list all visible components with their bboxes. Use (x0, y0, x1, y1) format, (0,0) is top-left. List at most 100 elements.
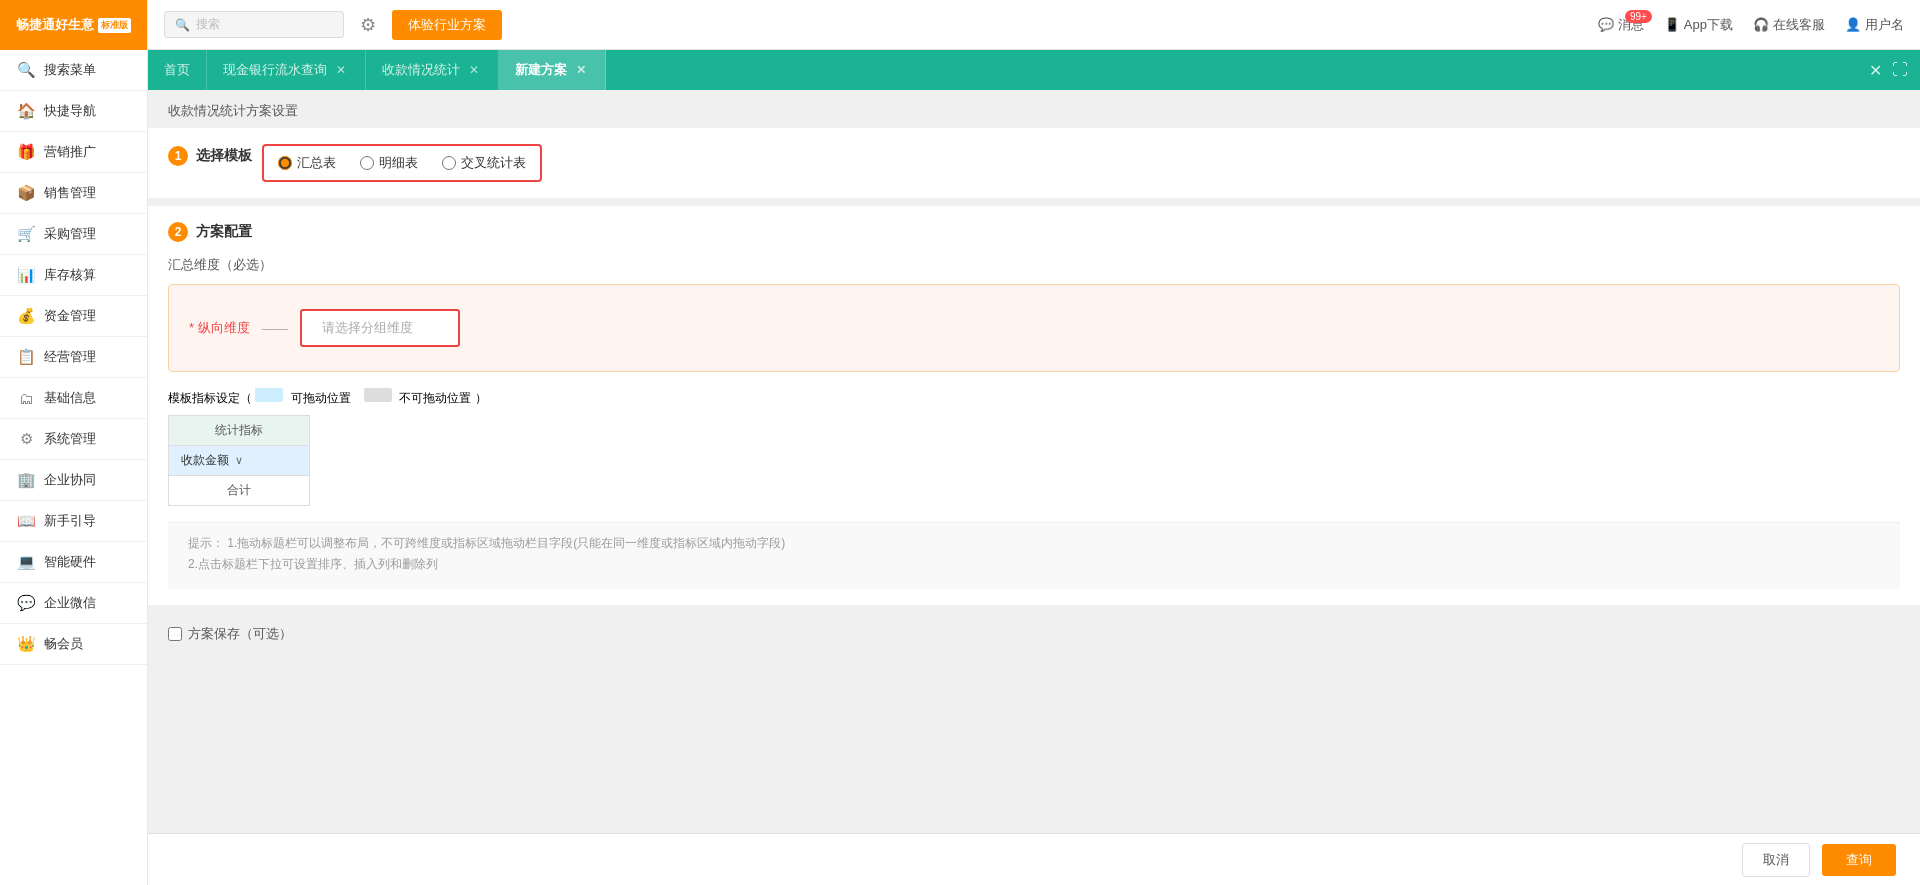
sidebar-item-corp[interactable]: 🏢 企业协同 (0, 460, 147, 501)
service-item[interactable]: 🎧 在线客服 (1753, 16, 1825, 34)
sidebar-item-label: 资金管理 (44, 307, 96, 325)
sidebar-item-label: 畅会员 (44, 635, 83, 653)
message-icon: 💬 (1598, 17, 1614, 32)
sidebar-item-purchase[interactable]: 🛒 采购管理 (0, 214, 147, 255)
tab-bank-flow-label: 现金银行流水查询 (223, 61, 327, 79)
dimension-arrow: —— (262, 321, 288, 336)
avatar-icon: 👤 (1845, 17, 1861, 32)
expand-icon[interactable]: ⛶ (1892, 61, 1908, 79)
dimension-select[interactable]: 请选择分组维度 (300, 309, 460, 347)
radio-detail[interactable]: 明细表 (360, 154, 418, 172)
inventory-icon: 📊 (16, 265, 36, 285)
stats-label: 统计指标 (169, 416, 309, 446)
step1-circle: 1 (168, 146, 188, 166)
sidebar-item-member[interactable]: 👑 畅会员 (0, 624, 147, 665)
sidebar-item-finance[interactable]: 💰 资金管理 (0, 296, 147, 337)
operations-icon: 📋 (16, 347, 36, 367)
sidebar-item-label: 企业协同 (44, 471, 96, 489)
sidebar-item-operations[interactable]: 📋 经营管理 (0, 337, 147, 378)
sidebar-item-search-menu[interactable]: 🔍 搜索菜单 (0, 50, 147, 91)
sidebar-item-hardware[interactable]: 💻 智能硬件 (0, 542, 147, 583)
save-option: 方案保存（可选） (148, 613, 1920, 655)
query-button[interactable]: 查询 (1822, 844, 1896, 876)
home-icon: 🏠 (16, 101, 36, 121)
search-icon: 🔍 (175, 18, 190, 32)
step1-label: 1 选择模板 (168, 146, 252, 166)
wechat-icon: 💬 (16, 593, 36, 613)
radio-summary-label: 汇总表 (297, 154, 336, 172)
sidebar-item-sales[interactable]: 📦 销售管理 (0, 173, 147, 214)
industry-btn[interactable]: 体验行业方案 (392, 10, 502, 40)
topbar-search[interactable]: 🔍 搜索 (164, 11, 344, 38)
sidebar-item-base[interactable]: 🗂 基础信息 (0, 378, 147, 419)
tab-receipt-stats[interactable]: 收款情况统计 ✕ (366, 50, 499, 90)
sidebar-logo: 畅捷通好生意 标准版 (0, 0, 147, 50)
sidebar-item-system[interactable]: ⚙ 系统管理 (0, 419, 147, 460)
tab-home[interactable]: 首页 (148, 50, 207, 90)
tab-receipt-stats-label: 收款情况统计 (382, 61, 460, 79)
radio-summary-input[interactable] (278, 156, 292, 170)
metrics-section: 模板指标设定（ 可拖动位置 不可拖动位置 ） 统计指标 收款金额 ∨ (168, 388, 1900, 506)
breadcrumb: 收款情况统计方案设置 (148, 90, 1920, 128)
corp-icon: 🏢 (16, 470, 36, 490)
tab-bank-flow-close[interactable]: ✕ (333, 62, 349, 78)
tip-line-1: 提示： 1.拖动标题栏可以调整布局，不可跨维度或指标区域拖动栏目字段(只能在同一… (188, 535, 1880, 552)
tabbar: 首页 现金银行流水查询 ✕ 收款情况统计 ✕ 新建方案 ✕ ✕ ⛶ (148, 50, 1920, 90)
col-header-text: 收款金额 (181, 452, 229, 469)
metrics-hint-label: 模板指标设定（ 可拖动位置 不可拖动位置 ） (168, 388, 487, 407)
radio-detail-label: 明细表 (379, 154, 418, 172)
user-name: 用户名 (1865, 16, 1904, 34)
tab-receipt-stats-close[interactable]: ✕ (466, 62, 482, 78)
template-radio-group: 汇总表 明细表 交叉统计表 (262, 144, 542, 182)
sidebar-item-quick-nav[interactable]: 🏠 快捷导航 (0, 91, 147, 132)
search-placeholder-text: 搜索 (196, 16, 220, 33)
close-window-icon[interactable]: ✕ (1869, 61, 1882, 80)
sidebar-item-label: 快捷导航 (44, 102, 96, 120)
member-icon: 👑 (16, 634, 36, 654)
sidebar-item-label: 采购管理 (44, 225, 96, 243)
app-name: 畅捷通好生意 (16, 16, 94, 34)
sidebar: 畅捷通好生意 标准版 🔍 搜索菜单 🏠 快捷导航 🎁 营销推广 📦 销售管理 🛒… (0, 0, 148, 885)
purchase-icon: 🛒 (16, 224, 36, 244)
tab-new-plan[interactable]: 新建方案 ✕ (499, 50, 606, 90)
tab-new-plan-label: 新建方案 (515, 61, 567, 79)
tab-new-plan-close[interactable]: ✕ (573, 62, 589, 78)
cancel-button[interactable]: 取消 (1742, 843, 1810, 877)
bottom-bar: 取消 查询 (148, 833, 1920, 885)
radio-cross[interactable]: 交叉统计表 (442, 154, 526, 172)
gear-icon[interactable]: ⚙ (360, 14, 376, 36)
chevron-down-icon[interactable]: ∨ (235, 454, 243, 467)
save-checkbox[interactable] (168, 627, 182, 641)
stats-col-header[interactable]: 收款金额 ∨ (169, 446, 309, 476)
radio-cross-input[interactable] (442, 156, 456, 170)
sidebar-item-label: 智能硬件 (44, 553, 96, 571)
sales-icon: 📦 (16, 183, 36, 203)
gift-icon: 🎁 (16, 142, 36, 162)
dimension-area: * 纵向维度 —— 请选择分组维度 (168, 284, 1900, 372)
radio-summary[interactable]: 汇总表 (278, 154, 336, 172)
message-item[interactable]: 💬 消息 99+ (1598, 16, 1644, 34)
user-avatar[interactable]: 👤 用户名 (1845, 16, 1904, 34)
sidebar-item-label: 销售管理 (44, 184, 96, 202)
sidebar-item-label: 基础信息 (44, 389, 96, 407)
tabbar-actions: ✕ ⛶ (1857, 50, 1920, 90)
download-item[interactable]: 📱 App下载 (1664, 16, 1733, 34)
topbar-right: 💬 消息 99+ 📱 App下载 🎧 在线客服 👤 用户名 (1598, 16, 1904, 34)
sidebar-item-guide[interactable]: 📖 新手引导 (0, 501, 147, 542)
sidebar-item-inventory[interactable]: 📊 库存核算 (0, 255, 147, 296)
tip-line-2: 2.点击标题栏下拉可设置排序、插入列和删除列 (188, 556, 1880, 573)
hardware-icon: 💻 (16, 552, 36, 572)
step2-title: 方案配置 (196, 223, 252, 241)
nodrag-indicator (364, 388, 392, 402)
dimension-row: * 纵向维度 —— 请选择分组维度 (189, 309, 460, 347)
save-option-label: 方案保存（可选） (188, 625, 292, 643)
vertical-dimension-label: * 纵向维度 (189, 319, 250, 337)
radio-detail-input[interactable] (360, 156, 374, 170)
sidebar-item-marketing[interactable]: 🎁 营销推广 (0, 132, 147, 173)
sidebar-item-label: 经营管理 (44, 348, 96, 366)
finance-icon: 💰 (16, 306, 36, 326)
sidebar-item-wechat[interactable]: 💬 企业微信 (0, 583, 147, 624)
step1-card: 1 选择模板 汇总表 明细表 交叉统计表 (148, 128, 1920, 198)
tab-bank-flow[interactable]: 现金银行流水查询 ✕ (207, 50, 366, 90)
drag-indicator (255, 388, 283, 402)
